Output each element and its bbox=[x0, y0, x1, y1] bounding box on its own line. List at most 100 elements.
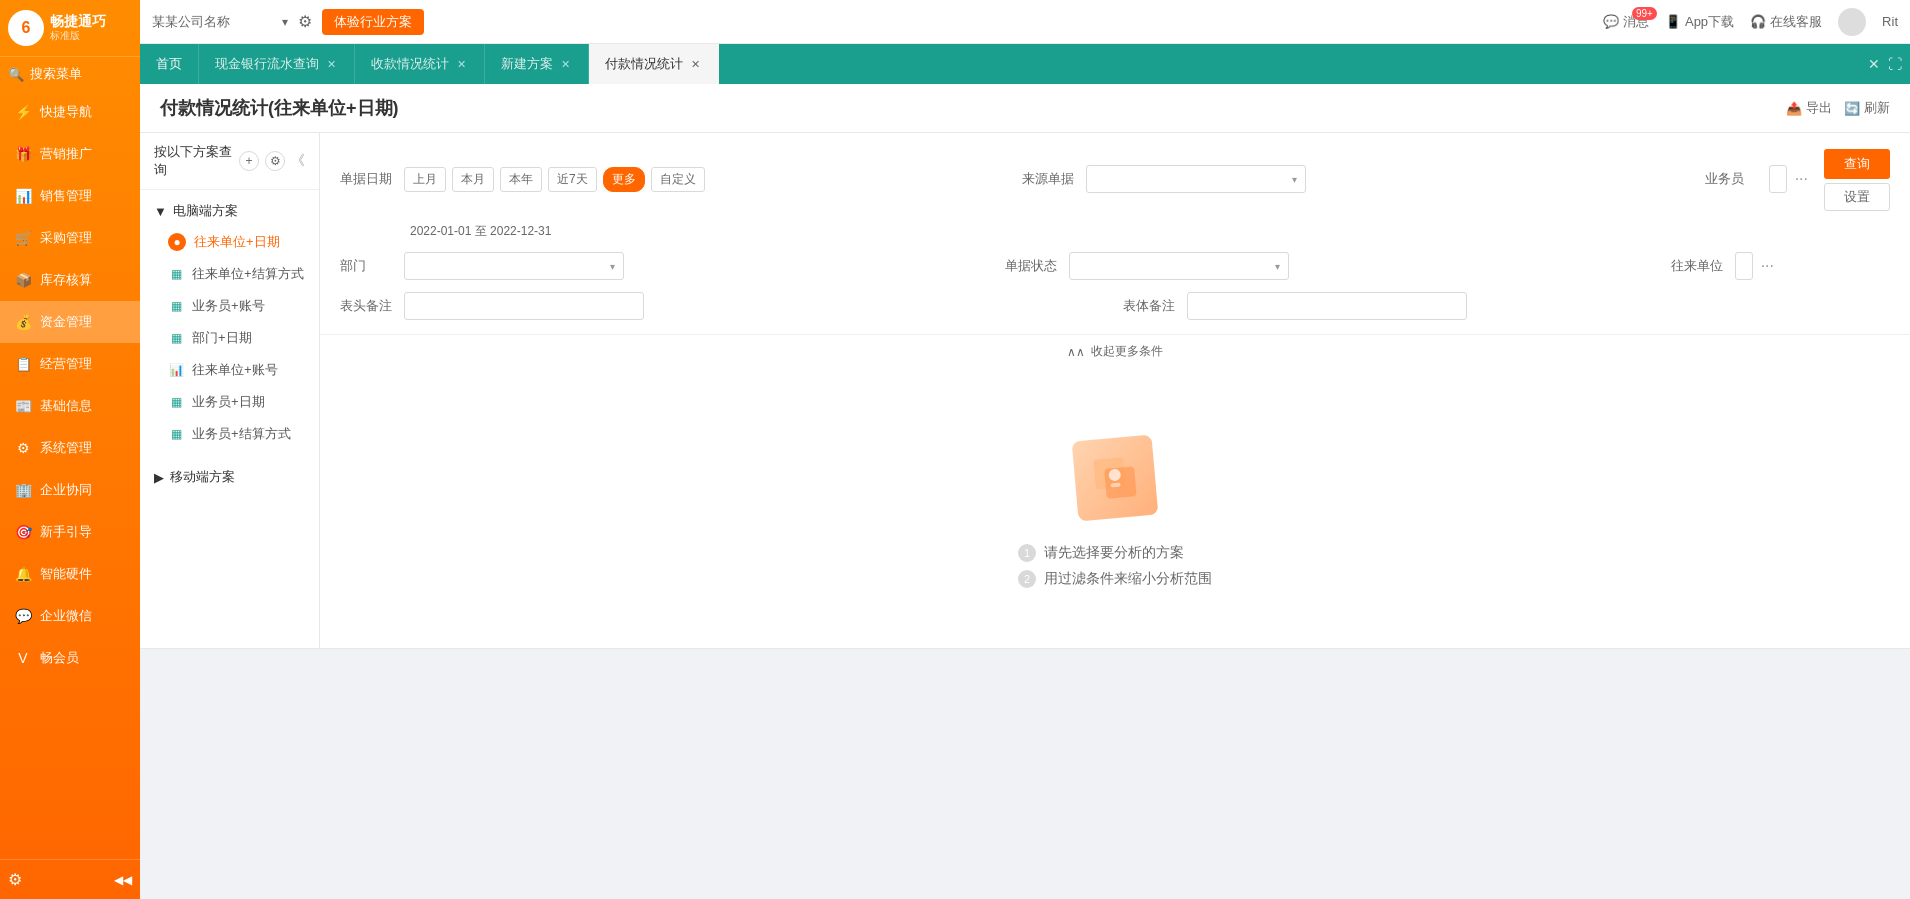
sidebar-item-hardware[interactable]: 🔔智能硬件 bbox=[0, 553, 140, 595]
empty-state-tips: 1 请先选择要分析的方案 2 用过滤条件来缩小分析范围 bbox=[1018, 544, 1212, 588]
sidebar-item-label-finance: 资金管理 bbox=[40, 313, 92, 331]
filter-settings-btn[interactable]: 设置 bbox=[1824, 183, 1890, 211]
tab-label-home: 首页 bbox=[156, 55, 182, 73]
tab-payment-stats[interactable]: 付款情况统计 ✕ bbox=[589, 44, 719, 84]
sidebar-item-inventory[interactable]: 📦库存核算 bbox=[0, 259, 140, 301]
filter-form: 单据日期 上月 本月 本年 近7天 更多 自定义 bbox=[320, 133, 1910, 334]
query-btn[interactable]: 查询 bbox=[1824, 149, 1890, 179]
sidebar-item-quick-nav[interactable]: ⚡快捷导航 bbox=[0, 91, 140, 133]
message-btn[interactable]: 💬 消息 99+ bbox=[1603, 13, 1649, 31]
page-header: 付款情况统计(往来单位+日期) 📤 导出 🔄 刷新 bbox=[140, 84, 1910, 133]
scheme-collapse-btn[interactable]: 《 bbox=[291, 152, 305, 170]
scheme-add-btn[interactable]: + bbox=[239, 151, 259, 171]
scheme-item-icon-counter-date: ● bbox=[168, 233, 186, 251]
inventory-icon: 📦 bbox=[14, 271, 32, 289]
date-range-display: 2022-01-01 至 2022-12-31 bbox=[410, 223, 1890, 240]
dept-select[interactable]: ▾ bbox=[404, 252, 624, 280]
tab-close-all-btn[interactable]: ✕ bbox=[1868, 56, 1880, 72]
export-label: 导出 bbox=[1806, 99, 1832, 117]
sidebar-item-enterprise[interactable]: 🏢企业协同 bbox=[0, 469, 140, 511]
date-btn-last-month[interactable]: 上月 bbox=[404, 167, 446, 192]
empty-tip-2: 2 用过滤条件来缩小分析范围 bbox=[1018, 570, 1212, 588]
head-note-label: 表头备注 bbox=[340, 297, 396, 315]
scheme-item-counter-date[interactable]: ● 往来单位+日期 bbox=[140, 226, 319, 258]
sidebar-settings-btn[interactable]: ⚙ bbox=[8, 870, 22, 889]
sidebar-item-marketing[interactable]: 🎁营销推广 bbox=[0, 133, 140, 175]
sidebar-item-label-member: 畅会员 bbox=[40, 649, 79, 667]
scheme-item-label-counter-date: 往来单位+日期 bbox=[194, 233, 280, 251]
tab-close-new-plan[interactable]: ✕ bbox=[559, 57, 572, 72]
sidebar-logo: 6 畅捷通巧 标准版 bbox=[0, 0, 140, 57]
export-btn[interactable]: 📤 导出 bbox=[1786, 99, 1832, 117]
scheme-panel: 按以下方案查询 + ⚙ 《 ▼ 电脑端方案 ●往来单位+日期▦往来单位+结算方式… bbox=[140, 133, 320, 648]
sidebar-collapse-btn[interactable]: ◀◀ bbox=[114, 873, 132, 887]
body-note-input[interactable] bbox=[1187, 292, 1467, 320]
date-btn-more[interactable]: 更多 bbox=[603, 167, 645, 192]
sidebar-item-sales[interactable]: 📊销售管理 bbox=[0, 175, 140, 217]
wechat-icon: 💬 bbox=[14, 607, 32, 625]
topbar-settings-icon[interactable]: ⚙ bbox=[298, 12, 312, 31]
scheme-mobile-section: ▶ 移动端方案 bbox=[140, 456, 319, 498]
empty-state-image bbox=[1055, 428, 1175, 528]
date-btn-this-month[interactable]: 本月 bbox=[452, 167, 494, 192]
dept-select-arrow: ▾ bbox=[610, 261, 615, 272]
counter-select[interactable] bbox=[1735, 252, 1753, 280]
scheme-item-counter-account[interactable]: 📊往来单位+账号 bbox=[140, 354, 319, 386]
sidebar-item-guide[interactable]: 🎯新手引导 bbox=[0, 511, 140, 553]
message-badge: 99+ bbox=[1632, 7, 1657, 20]
scheme-item-staff-settle[interactable]: ▦业务员+结算方式 bbox=[140, 418, 319, 450]
sidebar-item-purchase[interactable]: 🛒采购管理 bbox=[0, 217, 140, 259]
tab-close-receipt-stats[interactable]: ✕ bbox=[455, 57, 468, 72]
scheme-item-counter-settle[interactable]: ▦往来单位+结算方式 bbox=[140, 258, 319, 290]
scheme-pc-header[interactable]: ▼ 电脑端方案 bbox=[140, 196, 319, 226]
source-select[interactable]: ▾ bbox=[1086, 165, 1306, 193]
tab-new-plan[interactable]: 新建方案✕ bbox=[485, 44, 589, 84]
tab-receipt-stats[interactable]: 收款情况统计✕ bbox=[355, 44, 485, 84]
tab-fullscreen-btn[interactable]: ⛶ bbox=[1888, 56, 1902, 72]
tab-label-payment-stats: 付款情况统计 bbox=[605, 55, 683, 73]
guide-icon: 🎯 bbox=[14, 523, 32, 541]
date-btn-custom[interactable]: 自定义 bbox=[651, 167, 705, 192]
staff-select[interactable] bbox=[1769, 165, 1787, 193]
head-note-input[interactable] bbox=[404, 292, 644, 320]
date-btn-7days[interactable]: 近7天 bbox=[548, 167, 597, 192]
scheme-item-dept-date[interactable]: ▦部门+日期 bbox=[140, 322, 319, 354]
sidebar-item-operations[interactable]: 📋经营管理 bbox=[0, 343, 140, 385]
scheme-mobile-arrow: ▶ bbox=[154, 470, 164, 485]
scheme-item-label-counter-account: 往来单位+账号 bbox=[192, 361, 278, 379]
scheme-mobile-header[interactable]: ▶ 移动端方案 bbox=[140, 462, 319, 492]
collapse-more-label: 收起更多条件 bbox=[1091, 343, 1163, 360]
tip-1-text: 请先选择要分析的方案 bbox=[1044, 544, 1184, 562]
tab-close-bank-flow[interactable]: ✕ bbox=[325, 57, 338, 72]
sidebar-item-member[interactable]: V畅会员 bbox=[0, 637, 140, 679]
tip-1-num: 1 bbox=[1018, 544, 1036, 562]
app-download-btn[interactable]: 📱 App下载 bbox=[1665, 13, 1734, 31]
sidebar-item-label-basic: 基础信息 bbox=[40, 397, 92, 415]
tip-2-num: 2 bbox=[1018, 570, 1036, 588]
date-btn-this-year[interactable]: 本年 bbox=[500, 167, 542, 192]
scheme-item-staff-account[interactable]: ▦业务员+账号 bbox=[140, 290, 319, 322]
counter-dots[interactable]: ··· bbox=[1761, 257, 1774, 275]
sidebar-item-label-operations: 经营管理 bbox=[40, 355, 92, 373]
main-area: 某某公司名称 ▾ ⚙ 体验行业方案 💬 消息 99+ 📱 App下载 🎧 在线客… bbox=[140, 0, 1910, 899]
staff-dots[interactable]: ··· bbox=[1795, 170, 1808, 188]
tab-home[interactable]: 首页 bbox=[140, 44, 199, 84]
sidebar-search[interactable]: 🔍 搜索菜单 bbox=[0, 57, 140, 91]
trial-btn[interactable]: 体验行业方案 bbox=[322, 9, 424, 35]
topbar-dropdown-btn[interactable]: ▾ bbox=[282, 15, 288, 29]
staff-label: 业务员 bbox=[1705, 170, 1761, 188]
refresh-icon: 🔄 bbox=[1844, 101, 1860, 116]
service-btn[interactable]: 🎧 在线客服 bbox=[1750, 13, 1822, 31]
sidebar-item-system[interactable]: ⚙系统管理 bbox=[0, 427, 140, 469]
counter-label: 往来单位 bbox=[1671, 257, 1727, 275]
sidebar-item-wechat[interactable]: 💬企业微信 bbox=[0, 595, 140, 637]
status-select[interactable]: ▾ bbox=[1069, 252, 1289, 280]
sidebar-item-basic[interactable]: 📰基础信息 bbox=[0, 385, 140, 427]
refresh-btn[interactable]: 🔄 刷新 bbox=[1844, 99, 1890, 117]
tab-bank-flow[interactable]: 现金银行流水查询✕ bbox=[199, 44, 355, 84]
sidebar-item-finance[interactable]: 💰资金管理 bbox=[0, 301, 140, 343]
tab-close-payment-stats[interactable]: ✕ bbox=[689, 57, 702, 72]
scheme-settings-btn[interactable]: ⚙ bbox=[265, 151, 285, 171]
scheme-item-staff-date[interactable]: ▦业务员+日期 bbox=[140, 386, 319, 418]
collapse-more-btn[interactable]: ∧∧ 收起更多条件 bbox=[320, 334, 1910, 368]
